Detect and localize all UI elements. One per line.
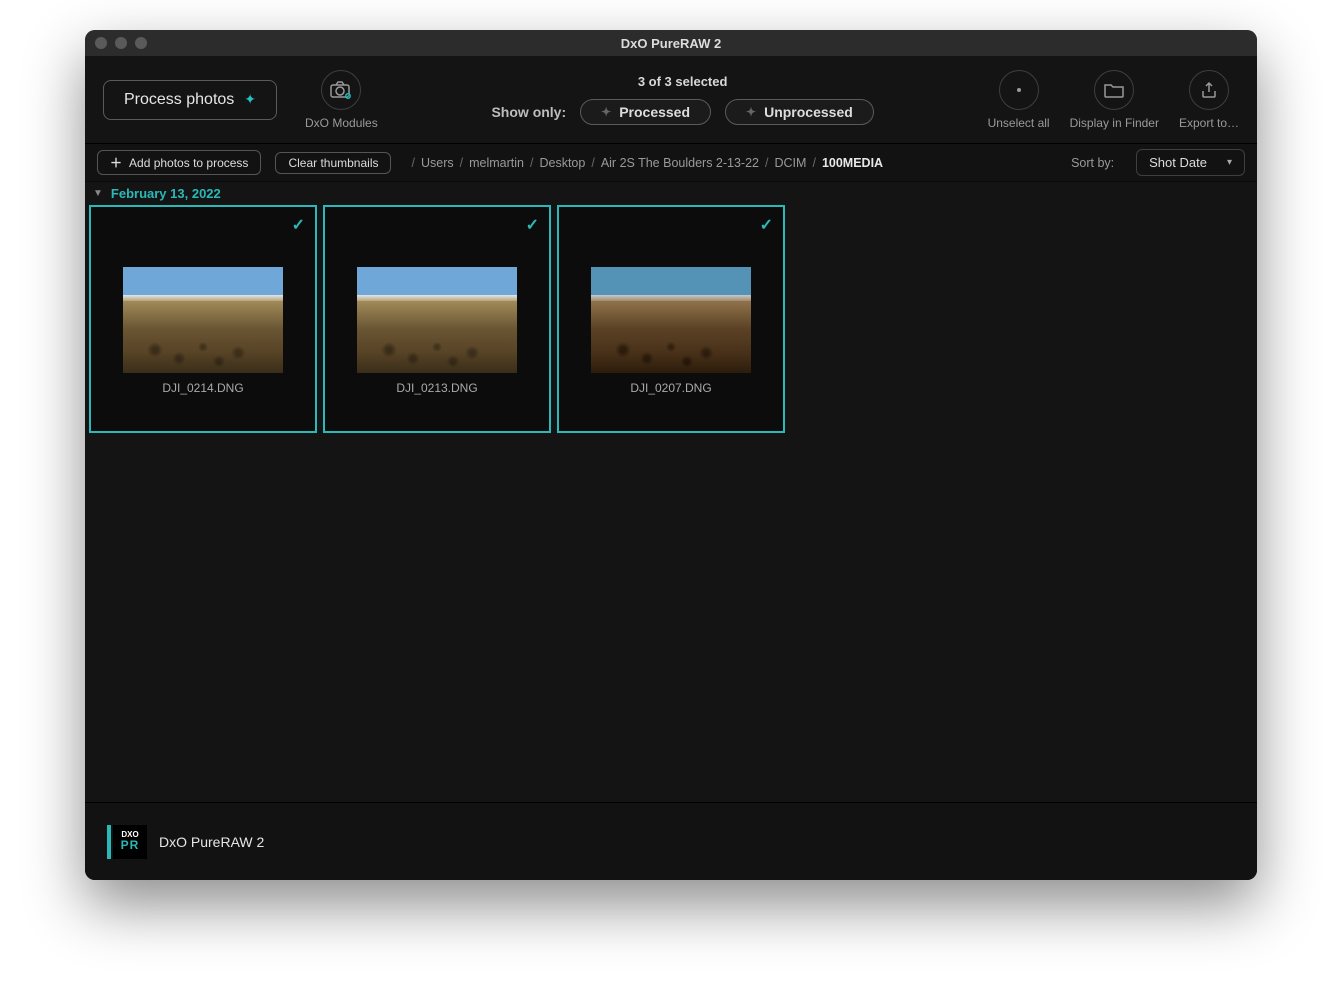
app-badge: DXO PR xyxy=(107,825,147,859)
checkmark-icon: ✓ xyxy=(526,215,539,235)
thumbnail-image xyxy=(123,267,283,373)
filter-unprocessed-button[interactable]: ✦ Unprocessed xyxy=(725,99,874,125)
thumbnail-image xyxy=(357,267,517,373)
filter-processed-button[interactable]: ✦ Processed xyxy=(580,99,711,125)
window-title: DxO PureRAW 2 xyxy=(85,36,1257,51)
caret-down-icon: ▼ xyxy=(93,188,103,199)
thumbnail[interactable]: ✓ DJI_0213.DNG xyxy=(323,205,551,433)
sparkle-icon: ✦ xyxy=(601,105,611,119)
thumbnail[interactable]: ✓ DJI_0207.DNG xyxy=(557,205,785,433)
clear-thumbnails-label: Clear thumbnails xyxy=(288,156,378,170)
add-photos-label: Add photos to process xyxy=(129,156,248,170)
checkmark-icon: ✓ xyxy=(292,215,305,235)
group-date: February 13, 2022 xyxy=(111,186,221,201)
titlebar: DxO PureRAW 2 xyxy=(85,30,1257,56)
filter-processed-label: Processed xyxy=(619,104,690,120)
main-toolbar: Process photos ✦ DxO Modules 3 of 3 sele… xyxy=(85,56,1257,144)
clear-thumbnails-button[interactable]: Clear thumbnails xyxy=(275,152,391,174)
breadcrumb-sep: / xyxy=(591,156,594,170)
sort-by-label: Sort by: xyxy=(1071,156,1114,170)
thumbnail-filename: DJI_0207.DNG xyxy=(630,381,711,395)
filter-row: Show only: ✦ Processed ✦ Unprocessed xyxy=(491,99,873,125)
folder-icon xyxy=(1094,70,1134,110)
filter-unprocessed-label: Unprocessed xyxy=(764,104,853,120)
checkmark-icon: ✓ xyxy=(760,215,773,235)
add-photos-button[interactable]: ＋ Add photos to process xyxy=(97,150,261,175)
unselect-all-button[interactable]: Unselect all xyxy=(988,70,1050,130)
sparkle-icon: ✦ xyxy=(746,105,756,119)
thumbnail-filename: DJI_0213.DNG xyxy=(396,381,477,395)
thumbnail-filename: DJI_0214.DNG xyxy=(162,381,243,395)
breadcrumb-segment[interactable]: Desktop xyxy=(539,156,585,170)
group-header[interactable]: ▼ February 13, 2022 xyxy=(85,182,1257,205)
badge-bottom: PR xyxy=(121,839,140,852)
breadcrumb-segment[interactable]: Air 2S The Boulders 2-13-22 xyxy=(601,156,759,170)
thumbnail-grid: ▼ February 13, 2022 ✓ DJI_0214.DNG ✓ DJI… xyxy=(85,182,1257,802)
breadcrumb: / Users / melmartin / Desktop / Air 2S T… xyxy=(411,156,883,170)
dxo-modules-label: DxO Modules xyxy=(305,116,378,130)
sort-select-value: Shot Date xyxy=(1149,155,1207,170)
export-to-button[interactable]: Export to… xyxy=(1179,70,1239,130)
display-in-finder-label: Display in Finder xyxy=(1070,116,1159,130)
breadcrumb-sep: / xyxy=(812,156,815,170)
accent-bar-icon xyxy=(107,825,111,859)
show-only-label: Show only: xyxy=(491,104,566,120)
process-photos-button[interactable]: Process photos ✦ xyxy=(103,80,277,120)
export-icon xyxy=(1189,70,1229,110)
sub-toolbar: ＋ Add photos to process Clear thumbnails… xyxy=(85,144,1257,182)
app-window: DxO PureRAW 2 Process photos ✦ DxO Modul… xyxy=(85,30,1257,880)
plus-icon: ＋ xyxy=(110,154,122,171)
breadcrumb-segment[interactable]: melmartin xyxy=(469,156,524,170)
unselect-all-label: Unselect all xyxy=(988,116,1050,130)
toolbar-right: Unselect all Display in Finder Export xyxy=(988,70,1239,130)
display-in-finder-button[interactable]: Display in Finder xyxy=(1070,70,1159,130)
selection-count: 3 of 3 selected xyxy=(638,74,728,89)
chevron-down-icon: ▾ xyxy=(1227,157,1232,168)
sort-select[interactable]: Shot Date ▾ xyxy=(1136,149,1245,176)
thumbnail[interactable]: ✓ DJI_0214.DNG xyxy=(89,205,317,433)
process-photos-label: Process photos xyxy=(124,91,234,109)
thumbnail-image xyxy=(591,267,751,373)
breadcrumb-sep: / xyxy=(765,156,768,170)
toolbar-center: 3 of 3 selected Show only: ✦ Processed ✦… xyxy=(378,74,988,125)
export-to-label: Export to… xyxy=(1179,116,1239,130)
breadcrumb-current: 100MEDIA xyxy=(822,156,883,170)
breadcrumb-sep: / xyxy=(460,156,463,170)
thumbnail-row: ✓ DJI_0214.DNG ✓ DJI_0213.DNG ✓ DJI_0207… xyxy=(85,205,1257,433)
footer: DXO PR DxO PureRAW 2 xyxy=(85,802,1257,880)
breadcrumb-segment[interactable]: DCIM xyxy=(775,156,807,170)
dxo-modules-button[interactable]: DxO Modules xyxy=(305,70,378,130)
sparkle-icon: ✦ xyxy=(244,91,256,108)
camera-icon xyxy=(321,70,361,110)
breadcrumb-sep: / xyxy=(411,156,414,170)
breadcrumb-segment[interactable]: Users xyxy=(421,156,454,170)
footer-app-name: DxO PureRAW 2 xyxy=(159,834,264,850)
dot-icon xyxy=(999,70,1039,110)
breadcrumb-sep: / xyxy=(530,156,533,170)
app-logo-icon: DXO PR xyxy=(113,825,147,859)
